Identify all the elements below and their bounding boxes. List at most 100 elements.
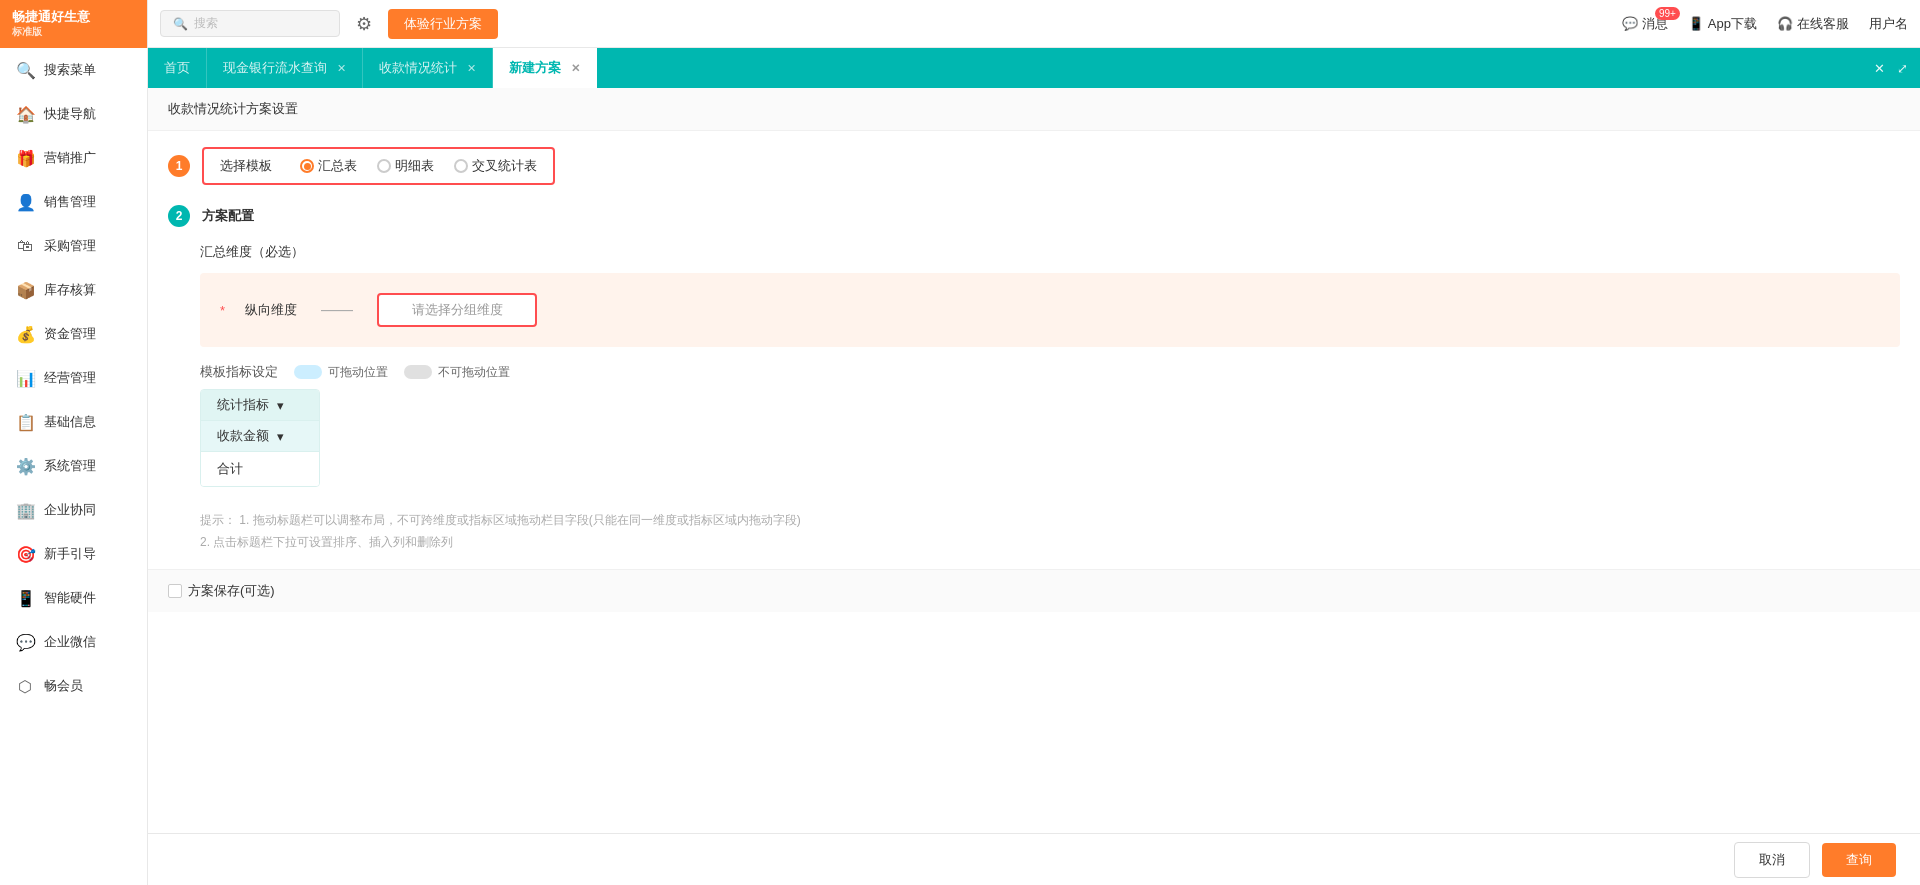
- topbar-right: 💬 消息 99+ 📱 App下载 🎧 在线客服 用户名: [1622, 15, 1908, 33]
- draggable-toggle-box[interactable]: [294, 365, 322, 379]
- trial-btn[interactable]: 体验行业方案: [388, 9, 498, 39]
- hardware-icon: 📱: [16, 589, 34, 608]
- tab-close-all-icon[interactable]: ✕: [1874, 61, 1885, 76]
- step2-row: 2 方案配置: [168, 205, 1900, 227]
- metrics-dropdown-icon[interactable]: ▾: [277, 398, 284, 413]
- sidebar-item-marketing[interactable]: 🎁 营销推广: [0, 136, 147, 180]
- amount-dropdown-icon[interactable]: ▾: [277, 429, 284, 444]
- query-button[interactable]: 查询: [1822, 843, 1896, 877]
- finance-icon: 💰: [16, 325, 34, 344]
- notifications[interactable]: 💬 消息 99+: [1622, 15, 1668, 33]
- vertical-dimension-label: 纵向维度: [245, 301, 297, 319]
- main-section: 1 选择模板 汇总表 明细表 交叉统: [148, 131, 1920, 569]
- step2-content: 汇总维度（必选） * 纵向维度 —— 请选择分组维度: [200, 243, 1900, 553]
- dimension-select-button[interactable]: 请选择分组维度: [377, 293, 537, 327]
- step1-row: 1 选择模板 汇总表 明细表 交叉统: [168, 147, 1900, 185]
- page-header: 收款情况统计方案设置: [148, 88, 1920, 131]
- quick-nav-icon: 🏠: [16, 105, 34, 124]
- notifications-badge: 99+: [1655, 7, 1680, 20]
- enterprise-icon: 🏢: [16, 501, 34, 520]
- content-area: 收款情况统计方案设置 1 选择模板 汇总表 明细表: [148, 88, 1920, 833]
- tab-bank-flow[interactable]: 现金银行流水查询 ✕: [207, 48, 363, 88]
- tab-close-receipt-stats[interactable]: ✕: [467, 62, 476, 75]
- tab-expand-icon[interactable]: ⤢: [1897, 61, 1908, 76]
- tip-line2: 2. 点击标题栏下拉可设置排序、插入列和删除列: [200, 532, 1900, 554]
- save-checkbox-label[interactable]: 方案保存(可选): [168, 582, 275, 600]
- step2-label: 方案配置: [202, 207, 254, 225]
- required-marker: *: [220, 303, 225, 318]
- non-draggable-toggle: 不可拖动位置: [404, 364, 510, 381]
- tab-new-plan[interactable]: 新建方案 ✕: [493, 48, 597, 88]
- sidebar-item-system[interactable]: ⚙️ 系统管理: [0, 444, 147, 488]
- notifications-icon: 💬: [1622, 16, 1638, 31]
- sidebar-item-member[interactable]: ⬡ 畅会员: [0, 664, 147, 708]
- tab-close-new-plan[interactable]: ✕: [571, 62, 580, 75]
- metrics-section: 模板指标设定 可拖动位置 不可拖动位置: [200, 363, 1900, 490]
- sidebar-item-guide[interactable]: 🎯 新手引导: [0, 532, 147, 576]
- sidebar-item-hardware[interactable]: 📱 智能硬件: [0, 576, 147, 620]
- metrics-header-label: 统计指标: [217, 396, 269, 414]
- member-icon: ⬡: [16, 677, 34, 696]
- action-bar: 取消 查询: [148, 833, 1920, 885]
- tabs-right-controls: ✕ ⤢: [1862, 48, 1920, 88]
- operation-icon: 📊: [16, 369, 34, 388]
- sidebar-item-enterprise[interactable]: 🏢 企业协同: [0, 488, 147, 532]
- search-bar[interactable]: 🔍 搜索: [160, 10, 340, 37]
- inventory-icon: 📦: [16, 281, 34, 300]
- draggable-toggle: 可拖动位置: [294, 364, 388, 381]
- non-draggable-toggle-box[interactable]: [404, 365, 432, 379]
- logo-edition: 标准版: [12, 25, 90, 39]
- purchase-icon: 🛍: [16, 237, 34, 255]
- online-service[interactable]: 🎧 在线客服: [1777, 15, 1849, 33]
- search-placeholder: 搜索: [194, 15, 218, 32]
- topbar: 🔍 搜索 ⚙ 体验行业方案 💬 消息 99+ 📱 App下载 🎧 在线客服 用户…: [148, 0, 1920, 48]
- page-header-title: 收款情况统计方案设置: [168, 101, 298, 116]
- metrics-amount-header: 收款金额 ▾: [201, 421, 319, 452]
- sidebar-item-finance[interactable]: 💰 资金管理: [0, 312, 147, 356]
- metrics-table: 统计指标 ▾ 收款金额 ▾ 合计: [200, 389, 320, 487]
- step2-section: 2 方案配置 汇总维度（必选） * 纵向维度 —— 请选择分组维度: [168, 205, 1900, 553]
- app-download[interactable]: 📱 App下载: [1688, 15, 1757, 33]
- tips-section: 提示： 1. 拖动标题栏可以调整布局，不可跨维度或指标区域拖动栏目字段(只能在同…: [200, 510, 1900, 553]
- sidebar-item-purchase[interactable]: 🛍 采购管理: [0, 224, 147, 268]
- guide-icon: 🎯: [16, 545, 34, 564]
- cancel-button[interactable]: 取消: [1734, 842, 1810, 878]
- sidebar-item-operation[interactable]: 📊 经营管理: [0, 356, 147, 400]
- radio-cross[interactable]: 交叉统计表: [454, 157, 537, 175]
- tip-line1: 提示： 1. 拖动标题栏可以调整布局，不可跨维度或指标区域拖动栏目字段(只能在同…: [200, 510, 1900, 532]
- sidebar-item-search-menu[interactable]: 🔍 搜索菜单: [0, 48, 147, 92]
- amount-label: 收款金额: [217, 427, 269, 445]
- radio-detail-circle: [377, 159, 391, 173]
- marketing-icon: 🎁: [16, 149, 34, 168]
- tab-home[interactable]: 首页: [148, 48, 207, 88]
- search-icon: 🔍: [173, 17, 188, 31]
- sidebar-item-quick-nav[interactable]: 🏠 快捷导航: [0, 92, 147, 136]
- main-area: 🔍 搜索 ⚙ 体验行业方案 💬 消息 99+ 📱 App下载 🎧 在线客服 用户…: [148, 0, 1920, 885]
- dimension-row: * 纵向维度 —— 请选择分组维度: [220, 293, 1880, 327]
- user-avatar[interactable]: 用户名: [1869, 15, 1908, 33]
- sidebar-item-sales[interactable]: 👤 销售管理: [0, 180, 147, 224]
- sidebar-logo: 畅捷通好生意 标准版: [0, 0, 147, 48]
- tab-close-bank-flow[interactable]: ✕: [337, 62, 346, 75]
- radio-summary[interactable]: 汇总表: [300, 157, 357, 175]
- sidebar-item-basic-info[interactable]: 📋 基础信息: [0, 400, 147, 444]
- tab-receipt-stats[interactable]: 收款情况统计 ✕: [363, 48, 493, 88]
- settings-icon[interactable]: ⚙: [356, 13, 372, 35]
- dimension-box: * 纵向维度 —— 请选择分组维度: [200, 273, 1900, 347]
- radio-detail[interactable]: 明细表: [377, 157, 434, 175]
- template-select-box: 选择模板 汇总表 明细表 交叉统计表: [202, 147, 555, 185]
- metrics-label-row: 模板指标设定 可拖动位置 不可拖动位置: [200, 363, 1900, 381]
- system-icon: ⚙️: [16, 457, 34, 476]
- total-label: 合计: [217, 461, 243, 476]
- step1-badge: 1: [168, 155, 190, 177]
- wechat-icon: 💬: [16, 633, 34, 652]
- sidebar-item-inventory[interactable]: 📦 库存核算: [0, 268, 147, 312]
- save-checkbox-text: 方案保存(可选): [188, 582, 275, 600]
- dimension-config: 汇总维度（必选） * 纵向维度 —— 请选择分组维度: [200, 243, 1900, 347]
- save-checkbox-box[interactable]: [168, 584, 182, 598]
- metrics-table-header: 统计指标 ▾: [201, 390, 319, 421]
- metrics-title: 模板指标设定: [200, 363, 278, 381]
- sidebar-item-wechat[interactable]: 💬 企业微信: [0, 620, 147, 664]
- radio-cross-circle: [454, 159, 468, 173]
- logo-name: 畅捷通好生意: [12, 9, 90, 25]
